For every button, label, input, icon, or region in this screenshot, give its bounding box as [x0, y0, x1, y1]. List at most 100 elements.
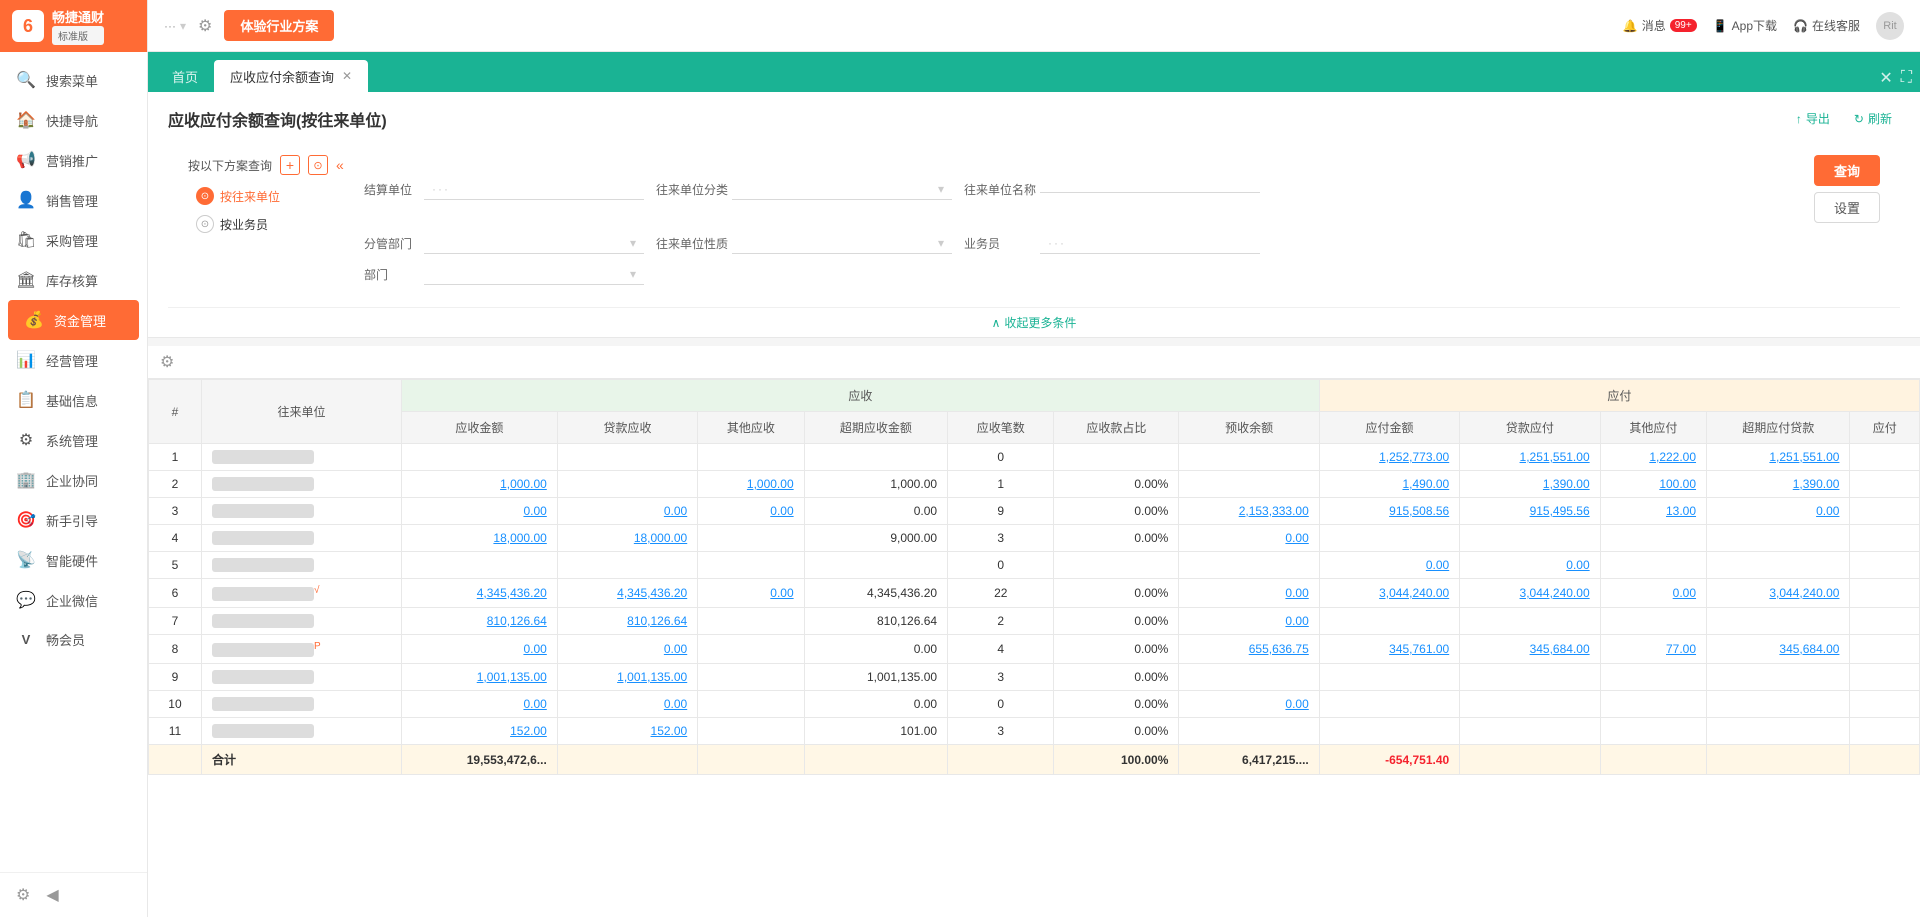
sidebar-collapse-icon[interactable]: ◀	[46, 885, 58, 905]
main-content: 应收应付余额查询(按往来单位) ↑ 导出 ↻ 刷新 按以下方案查询	[148, 92, 1920, 917]
guide-icon: 🎯	[16, 510, 36, 530]
breadcrumb-arrow: ▾	[180, 19, 186, 33]
col-yushou-ye: 预收余额	[1179, 412, 1319, 444]
tab-home[interactable]: 首页	[156, 60, 214, 92]
tab-maximize-icon[interactable]: ⛶	[1901, 69, 1912, 87]
sidebar-item-marketing[interactable]: 📢 营销推广	[0, 140, 147, 180]
sidebar-item-label: 新手引导	[46, 511, 98, 530]
user-avatar[interactable]: Rit	[1876, 12, 1904, 40]
col-yingfu-chaoqi: 超期应付贷款	[1707, 412, 1850, 444]
scheme-item-yewuyuan[interactable]: ⊙ 按业务员	[188, 211, 348, 237]
sales-icon: 👤	[16, 190, 36, 210]
table-row: 10████████████0.000.000.0000.00%0.00	[149, 691, 1920, 718]
sidebar-item-label: 基础信息	[46, 391, 98, 410]
trial-button[interactable]: 体验行业方案	[224, 10, 334, 41]
sidebar-settings-icon[interactable]: ⚙	[16, 885, 30, 905]
sidebar-item-basicinfo[interactable]: 📋 基础信息	[0, 380, 147, 420]
wanglai-fenlei-input[interactable]: ▾	[732, 179, 952, 200]
sidebar-item-label: 快捷导航	[46, 111, 98, 130]
yewuyuan-dots-icon: ···	[1048, 236, 1066, 250]
sidebar-item-purchase[interactable]: 🛍 采购管理	[0, 220, 147, 260]
inventory-icon: 🏛	[16, 270, 36, 290]
message-button[interactable]: 🔔 消息 99+	[1623, 17, 1697, 34]
sidebar-item-guide[interactable]: 🎯 新手引导	[0, 500, 147, 540]
sidebar-item-label: 营销推广	[46, 151, 98, 170]
service-button[interactable]: 🎧 在线客服	[1793, 17, 1860, 34]
table-row: 2████████████1,000.001,000.001,000.0010.…	[149, 471, 1920, 498]
header-settings-icon[interactable]: ⚙	[198, 16, 212, 36]
sidebar-item-sales[interactable]: 👤 销售管理	[0, 180, 147, 220]
wanglai-xingzhi-label: 往来单位性质	[656, 235, 728, 252]
wanglai-name-label: 往来单位名称	[964, 181, 1036, 198]
sidebar-item-label: 智能硬件	[46, 551, 98, 570]
wanglai-unit: ████████████√	[201, 579, 401, 608]
app-icon: 📱	[1713, 19, 1728, 33]
footer-label: 合计	[201, 745, 401, 775]
col-yingshou-chaoqi: 超期应收金额	[804, 412, 947, 444]
sidebar-item-wechat[interactable]: 💬 企业微信	[0, 580, 147, 620]
sidebar-item-system[interactable]: ⚙ 系统管理	[0, 420, 147, 460]
table-settings-icon[interactable]: ⚙	[160, 352, 174, 372]
wanglai-unit: ████████████	[201, 552, 401, 579]
sidebar-item-label: 销售管理	[46, 191, 98, 210]
sidebar-item-enterprise[interactable]: 🏢 企业协同	[0, 460, 147, 500]
wanglai-unit: ████████████	[201, 608, 401, 635]
sidebar-item-smarthw[interactable]: 📡 智能硬件	[0, 540, 147, 580]
footer-yingshou-total: 19,553,472,6...	[401, 745, 557, 775]
sidebar-item-finance[interactable]: 💰 资金管理	[8, 300, 139, 340]
export-button[interactable]: ↑ 导出	[1788, 106, 1838, 131]
logo-badge: 标准版	[52, 26, 104, 45]
yewuyuan-label: 业务员	[964, 235, 1036, 252]
purchase-icon: 🛍	[16, 230, 36, 250]
settings-button[interactable]: 设置	[1814, 192, 1880, 223]
wanglai-unit: ████████████	[201, 444, 401, 471]
sidebar-item-label: 采购管理	[46, 231, 98, 250]
fenguan-input[interactable]: ▾	[424, 233, 644, 254]
sidebar-item-inventory[interactable]: 🏛 库存核算	[0, 260, 147, 300]
wanglai-xingzhi-input[interactable]: ▾	[732, 233, 952, 254]
refresh-button[interactable]: ↻ 刷新	[1846, 106, 1900, 131]
col-yingfu-qt: 其他应付	[1600, 412, 1706, 444]
col-yingfu-je: 应付金额	[1319, 412, 1459, 444]
yewuyuan-input[interactable]: ···	[1040, 233, 1260, 254]
sidebar-item-label: 系统管理	[46, 431, 98, 450]
refresh-icon: ↻	[1854, 112, 1864, 126]
query-button[interactable]: 查询	[1814, 155, 1880, 186]
tab-close-icon[interactable]: ✕	[342, 69, 352, 83]
collapse-scheme-button[interactable]: «	[336, 157, 344, 173]
table-row: 9████████████1,001,135.001,001,135.001,0…	[149, 664, 1920, 691]
operation-icon: 📊	[16, 350, 36, 370]
scheme-item-wanglai[interactable]: ⊙ 按往来单位	[188, 183, 348, 209]
sidebar-item-label: 企业协同	[46, 471, 98, 490]
sidebar-item-member[interactable]: V 畅会员	[0, 620, 147, 659]
add-scheme-button[interactable]: +	[280, 155, 300, 175]
tab-ar-query[interactable]: 应收应付余额查询 ✕	[214, 60, 368, 92]
tab-close-window-icon[interactable]: ✕	[1879, 68, 1892, 88]
sidebar-item-label: 畅会员	[46, 630, 85, 649]
footer-empty	[149, 745, 202, 775]
scheme-settings-button[interactable]: ⊙	[308, 155, 328, 175]
logo-name: 畅捷通财	[52, 7, 104, 26]
footer-empty8	[1707, 745, 1850, 775]
tab-bar: 首页 应收应付余额查询 ✕ ✕ ⛶	[148, 52, 1920, 92]
tab-home-label: 首页	[172, 67, 198, 86]
top-header: ··· ▾ ⚙ 体验行业方案 🔔 消息 99+ 📱 App下载 🎧 在线客服 R…	[148, 0, 1920, 52]
wanglai-fenlei-label: 往来单位分类	[656, 181, 728, 198]
message-label: 消息	[1642, 17, 1666, 34]
sidebar-item-operation[interactable]: 📊 经营管理	[0, 340, 147, 380]
fenguan-label: 分管部门	[364, 235, 420, 252]
bumen-input[interactable]: ▾	[424, 264, 644, 285]
tab-ar-label: 应收应付余额查询	[230, 67, 334, 86]
col-index-header: #	[149, 380, 202, 444]
jiesuan-input[interactable]: ···	[424, 179, 644, 200]
footer-zhanbi-total: 100.00%	[1054, 745, 1179, 775]
sidebar-item-quicknav[interactable]: 🏠 快捷导航	[0, 100, 147, 140]
marketing-icon: 📢	[16, 150, 36, 170]
collapse-more-button[interactable]: ∧ 收起更多条件	[168, 307, 1900, 337]
field-dots-icon: ···	[432, 182, 450, 196]
data-table: # 往来单位 应收 应付 应收金额 贷款应收 其他应收 超期应收金额 应收笔数 …	[148, 379, 1920, 775]
footer-empty7	[1600, 745, 1706, 775]
wanglai-name-input[interactable]	[1040, 186, 1260, 193]
app-download-button[interactable]: 📱 App下载	[1713, 17, 1777, 34]
sidebar-item-search[interactable]: 🔍 搜索菜单	[0, 60, 147, 100]
